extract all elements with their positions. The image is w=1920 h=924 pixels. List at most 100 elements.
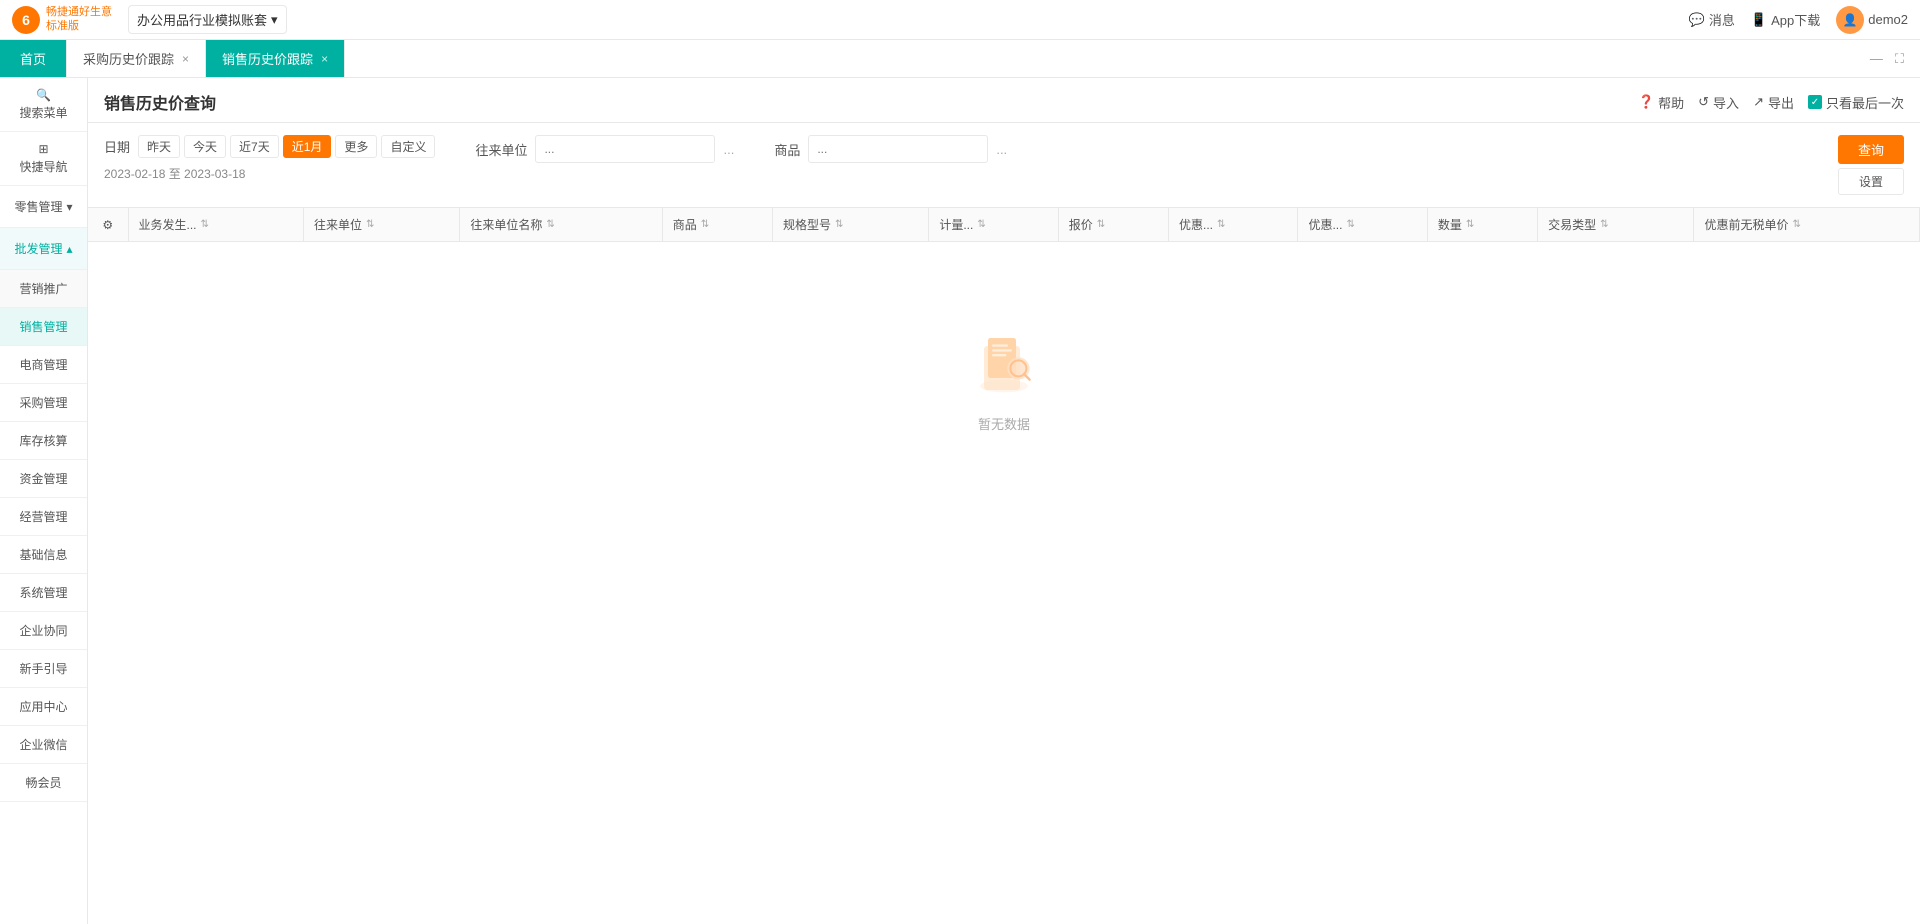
app-selector[interactable]: 办公用品行业模拟账套 ▾ (128, 5, 287, 34)
col-settings[interactable]: ⚙ (88, 208, 128, 242)
col-quote-price[interactable]: 报价 ⇅ (1058, 208, 1168, 242)
import-button[interactable]: ↺ 导入 (1698, 93, 1739, 112)
partner-filter-group: 往来单位 ... (475, 135, 734, 163)
col-biz-date[interactable]: 业务发生... ⇅ (128, 208, 304, 242)
tab-sales-history[interactable]: 销售历史价跟踪 × (206, 40, 345, 77)
app-download-button[interactable]: 📱 App下载 (1751, 10, 1820, 29)
col-discount1[interactable]: 优惠... ⇅ (1169, 208, 1298, 242)
main-layout: 🔍 搜索菜单 ⊞ 快捷导航 零售管理 ▾ 批发管理 ▴ 营销推广 销售管理 电商… (0, 78, 1920, 924)
sidebar-item-basic-info[interactable]: 基础信息 (0, 536, 87, 574)
sort-icon: ⇅ (1346, 219, 1354, 230)
filter-area: 日期 昨天 今天 近7天 近1月 更多 自定义 2023-02-18 至 202… (88, 123, 1920, 208)
date-btn-custom[interactable]: 自定义 (381, 135, 435, 158)
chevron-up-icon: ▴ (66, 242, 72, 256)
sort-icon: ⇅ (1217, 219, 1225, 230)
tab-sales-history-label: 销售历史价跟踪 (222, 49, 313, 68)
goods-filter-dots[interactable]: ... (996, 142, 1007, 157)
sidebar-item-app-center[interactable]: 应用中心 (0, 688, 87, 726)
tab-purchase-history-label: 采购历史价跟踪 (83, 49, 174, 68)
only-last-checkbox[interactable]: ✓ (1808, 95, 1822, 109)
logo-icon: 6 (12, 6, 40, 34)
data-table: ⚙ 业务发生... ⇅ 往来单位 ⇅ (88, 208, 1920, 242)
sort-icon: ⇅ (546, 219, 554, 230)
date-range-text: 2023-02-18 至 2023-03-18 (104, 165, 435, 182)
sidebar-item-vip-member[interactable]: 畅会员 (0, 764, 87, 802)
col-spec[interactable]: 规格型号 ⇅ (773, 208, 929, 242)
date-btn-today[interactable]: 今天 (184, 135, 226, 158)
date-btn-more[interactable]: 更多 (335, 135, 377, 158)
sidebar-item-sales-mgmt[interactable]: 销售管理 (0, 308, 87, 346)
help-icon: ❓ (1638, 94, 1654, 110)
goods-filter-input[interactable] (808, 135, 988, 163)
page-content: 销售历史价查询 ❓ 帮助 ↺ 导入 ↗ 导出 ✓ (88, 78, 1920, 924)
tab-purchase-history-close[interactable]: × (182, 52, 189, 66)
import-icon: ↺ (1698, 94, 1709, 110)
sort-icon: ⇅ (1466, 219, 1474, 230)
date-btn-1month[interactable]: 近1月 (283, 135, 332, 158)
sort-icon: ⇅ (1600, 219, 1608, 230)
tab-home[interactable]: 首页 (0, 40, 67, 77)
date-btn-yesterday[interactable]: 昨天 (138, 135, 180, 158)
col-trade-type[interactable]: 交易类型 ⇅ (1538, 208, 1694, 242)
sidebar-item-enterprise-collab[interactable]: 企业协同 (0, 612, 87, 650)
export-icon: ↗ (1753, 94, 1764, 110)
col-pretax-price[interactable]: 优惠前无税单价 ⇅ (1694, 208, 1920, 242)
minimize-icon[interactable]: — (1870, 51, 1883, 66)
sidebar-item-new-guide[interactable]: 新手引导 (0, 650, 87, 688)
message-icon: 💬 (1689, 12, 1705, 28)
sort-icon: ⇅ (1097, 219, 1105, 230)
sidebar-item-finance-mgmt[interactable]: 资金管理 (0, 460, 87, 498)
sidebar-item-operations-mgmt[interactable]: 经营管理 (0, 498, 87, 536)
col-quantity[interactable]: 数量 ⇅ (1427, 208, 1537, 242)
settings-button[interactable]: 设置 (1838, 168, 1904, 195)
sidebar-item-inventory-reconcile[interactable]: 库存核算 (0, 422, 87, 460)
col-discount2[interactable]: 优惠... ⇅ (1298, 208, 1427, 242)
export-button[interactable]: ↗ 导出 (1753, 93, 1794, 112)
sidebar-item-system-mgmt[interactable]: 系统管理 (0, 574, 87, 612)
goods-filter-group: 商品 ... (774, 135, 1007, 163)
logo-area: 6 畅捷通好生意 标准版 (12, 6, 112, 34)
tab-sales-history-close[interactable]: × (321, 52, 328, 66)
sort-icon: ⇅ (835, 219, 843, 230)
maximize-icon[interactable]: ⛶ (1895, 51, 1904, 67)
page-header-actions: ❓ 帮助 ↺ 导入 ↗ 导出 ✓ 只看最后一次 (1638, 93, 1904, 112)
grid-icon: ⊞ (38, 142, 48, 156)
sidebar-item-wholesale-mgmt[interactable]: 批发管理 ▴ (0, 228, 87, 270)
help-button[interactable]: ❓ 帮助 (1638, 93, 1684, 112)
date-options: 昨天 今天 近7天 近1月 更多 自定义 (138, 135, 435, 158)
partner-filter-label: 往来单位 (475, 140, 527, 159)
only-last-checkbox-area[interactable]: ✓ 只看最后一次 (1808, 93, 1904, 112)
logo-text: 畅捷通好生意 标准版 (46, 6, 112, 32)
date-filter-label: 日期 (104, 137, 130, 156)
empty-text: 暂无数据 (978, 414, 1030, 433)
col-partner-code[interactable]: 往来单位 ⇅ (304, 208, 460, 242)
col-unit[interactable]: 计量... ⇅ (929, 208, 1058, 242)
avatar: 👤 (1836, 6, 1864, 34)
sidebar-item-search-menu[interactable]: 🔍 搜索菜单 (0, 78, 87, 132)
date-btn-7days[interactable]: 近7天 (230, 135, 279, 158)
content-area: 销售历史价查询 ❓ 帮助 ↺ 导入 ↗ 导出 ✓ (88, 78, 1920, 924)
sort-icon: ⇅ (201, 219, 209, 230)
sort-icon: ⇅ (701, 219, 709, 230)
partner-filter-dots[interactable]: ... (723, 142, 734, 157)
empty-state-icon (964, 322, 1044, 402)
col-partner-name[interactable]: 往来单位名称 ⇅ (460, 208, 662, 242)
partner-filter-input[interactable] (535, 135, 715, 163)
date-filter-group: 日期 昨天 今天 近7天 近1月 更多 自定义 (104, 135, 435, 158)
filter-actions: 查询 设置 (1838, 135, 1904, 195)
tab-purchase-history[interactable]: 采购历史价跟踪 × (67, 40, 206, 77)
sidebar-item-purchase-mgmt[interactable]: 采购管理 (0, 384, 87, 422)
page-title: 销售历史价查询 (104, 90, 216, 114)
tab-home-label: 首页 (20, 49, 46, 68)
sidebar-item-ecommerce-mgmt[interactable]: 电商管理 (0, 346, 87, 384)
col-goods[interactable]: 商品 ⇅ (662, 208, 772, 242)
sidebar-item-quick-nav[interactable]: ⊞ 快捷导航 (0, 132, 87, 186)
header-left: 6 畅捷通好生意 标准版 办公用品行业模拟账套 ▾ (12, 5, 287, 34)
sidebar-item-marketing-promo[interactable]: 营销推广 (0, 270, 87, 308)
sidebar-item-retail-mgmt[interactable]: 零售管理 ▾ (0, 186, 87, 228)
message-button[interactable]: 💬 消息 (1689, 10, 1735, 29)
sidebar-item-enterprise-wechat[interactable]: 企业微信 (0, 726, 87, 764)
user-menu[interactable]: 👤 demo2 (1836, 6, 1908, 34)
query-button[interactable]: 查询 (1838, 135, 1904, 164)
goods-filter-label: 商品 (774, 140, 800, 159)
